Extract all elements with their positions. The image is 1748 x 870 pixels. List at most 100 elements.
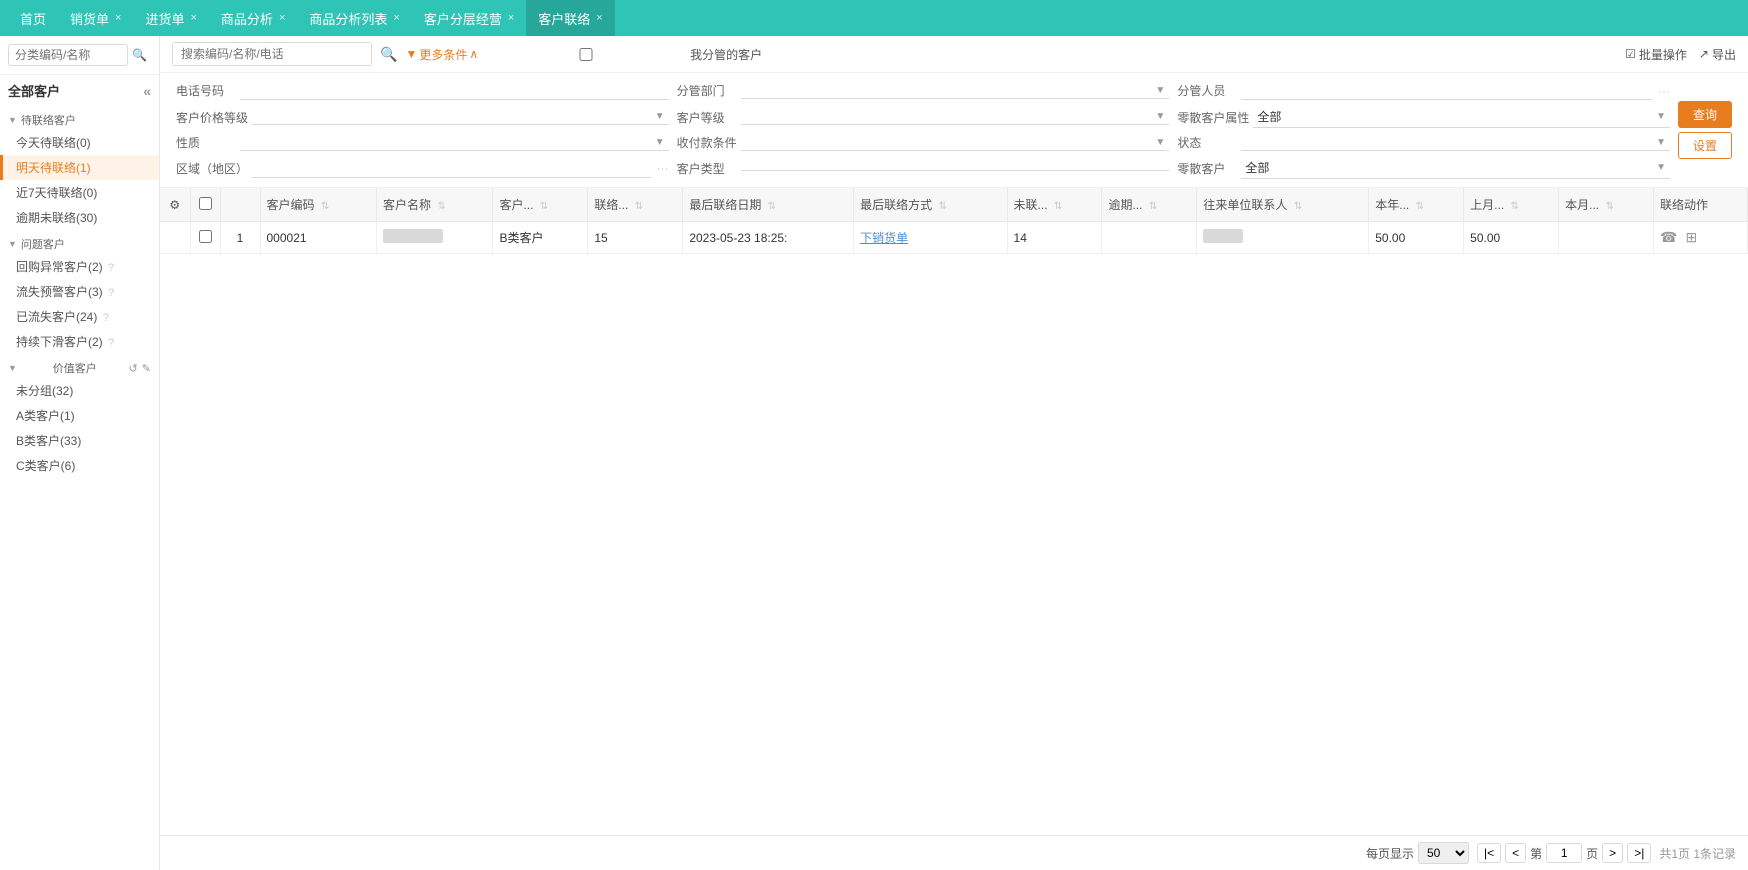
method-link[interactable]: 下销货单	[860, 231, 908, 245]
filter-row-2: 客户价格等级 ▼ 客户等级 ▼	[176, 106, 1670, 128]
close-tab-icon[interactable]: ×	[279, 12, 285, 24]
close-tab-icon[interactable]: ×	[115, 12, 121, 24]
sidebar-search-input[interactable]	[8, 44, 128, 66]
branch-dept-select[interactable]: ▼	[741, 83, 1170, 99]
sidebar-item-tomorrow[interactable]: 明天待联络(1)	[0, 155, 159, 180]
nav-item-客户分层经营[interactable]: 客户分层经营×	[412, 0, 526, 36]
phone-action-icon[interactable]: ☎	[1660, 229, 1677, 246]
last-page-btn[interactable]: >|	[1627, 843, 1651, 863]
sidebar-item-7days[interactable]: 近7天待联络(0)	[0, 180, 159, 205]
value-refresh-icon[interactable]: ↺	[129, 362, 138, 375]
sidebar-item-abnormal[interactable]: 回购异常客户(2) ?	[0, 254, 159, 279]
page-input[interactable]	[1546, 843, 1582, 863]
pagination-nav: |< < 第 页 > >|	[1477, 843, 1651, 863]
hint-icon4: ?	[108, 337, 114, 349]
content-area: 🔍 ▼ 更多条件 ∧ 我分管的客户 ☑ 批量操作 ↗ 导出	[160, 36, 1748, 870]
filter-gender: 性质 ▼	[176, 134, 669, 151]
sidebar-item-declining[interactable]: 持续下滑客户(2) ?	[0, 329, 159, 354]
sidebar-search-icon[interactable]: 🔍	[132, 48, 147, 62]
per-page-label: 每页显示	[1366, 845, 1414, 862]
col-action: 联络动作	[1654, 188, 1748, 222]
prev-page-btn[interactable]: <	[1505, 843, 1526, 863]
filter-retail-customer: 零散客户 全部 ▼	[1177, 157, 1670, 179]
sidebar-item-aclass[interactable]: A类客户(1)	[0, 403, 159, 428]
sidebar-item-bclass[interactable]: B类客户(33)	[0, 428, 159, 453]
checkbox-icon: ☑	[1625, 47, 1636, 61]
retail-customer-select[interactable]: 全部 ▼	[1241, 157, 1670, 179]
nav-item-商品分析列表[interactable]: 商品分析列表×	[297, 0, 411, 36]
select-all-checkbox[interactable]	[199, 197, 212, 210]
col-settings[interactable]: ⚙	[160, 188, 190, 222]
nav-item-进货单[interactable]: 进货单×	[133, 0, 208, 36]
date-sort[interactable]: ⇅	[768, 201, 776, 212]
name-sort[interactable]: ⇅	[437, 201, 445, 212]
tmonth-sort[interactable]: ⇅	[1605, 201, 1613, 212]
export-btn[interactable]: ↗ 导出	[1699, 46, 1736, 63]
nav-item-商品分析[interactable]: 商品分析×	[209, 0, 297, 36]
status-select[interactable]: ▼	[1241, 135, 1670, 151]
close-tab-icon[interactable]: ×	[393, 12, 399, 24]
name-blurred	[383, 229, 443, 243]
main-search-icon[interactable]: 🔍	[380, 46, 397, 63]
more-filters-btn[interactable]: ▼ 更多条件 ∧	[405, 46, 478, 63]
filter-phone: 电话号码	[176, 81, 669, 100]
sidebar-all-customers[interactable]: 全部客户 «	[0, 75, 159, 106]
filter-payment: 收付款条件 ▼	[677, 134, 1170, 151]
contact-sort[interactable]: ⇅	[635, 201, 643, 212]
col-this-month: 本月... ⇅	[1559, 188, 1654, 222]
method-sort[interactable]: ⇅	[939, 201, 947, 212]
first-page-btn[interactable]: |<	[1477, 843, 1501, 863]
value-edit-icon[interactable]: ✎	[142, 362, 151, 375]
retail-attr-select[interactable]: 全部 ▼	[1253, 106, 1670, 128]
phone-input[interactable]	[240, 81, 669, 100]
phone-label: 电话号码	[176, 82, 236, 99]
hint-icon: ?	[108, 262, 114, 274]
settings-btn[interactable]: 设置	[1678, 132, 1732, 159]
sidebar-item-lost[interactable]: 已流失客户(24) ?	[0, 304, 159, 329]
price-level-select[interactable]: ▼	[252, 109, 669, 125]
unit-sort[interactable]: ⇅	[1294, 201, 1302, 212]
my-customers-checkbox[interactable]	[486, 48, 686, 61]
next-page-btn[interactable]: >	[1602, 843, 1623, 863]
branch-person-dots[interactable]: ···	[1658, 84, 1670, 98]
branch-person-input[interactable]	[1241, 81, 1652, 100]
per-page-select[interactable]: 50 100 200	[1418, 842, 1469, 864]
nav-item-客户联络[interactable]: 客户联络×	[526, 0, 614, 36]
collapse-icon: «	[143, 83, 151, 99]
code-sort[interactable]: ⇅	[321, 201, 329, 212]
filter-actions: 查询 设置	[1678, 81, 1732, 179]
grid-action-icon[interactable]: ⊞	[1686, 229, 1698, 246]
main-search-input[interactable]	[172, 42, 372, 66]
row-num: 1	[220, 222, 260, 254]
nav-item-销货单[interactable]: 销货单×	[58, 0, 133, 36]
sidebar-item-overdue[interactable]: 逾期未联络(30)	[0, 205, 159, 230]
sidebar-item-cclass[interactable]: C类客户(6)	[0, 453, 159, 478]
lmonth-sort[interactable]: ⇅	[1511, 201, 1519, 212]
payment-select[interactable]: ▼	[741, 135, 1170, 151]
close-tab-icon[interactable]: ×	[508, 12, 514, 24]
payment-arrow: ▼	[1155, 137, 1165, 148]
row-overdue	[1102, 222, 1197, 254]
type-sort[interactable]: ⇅	[540, 201, 548, 212]
overdue-sort[interactable]: ⇅	[1149, 201, 1157, 212]
customer-type-select[interactable]	[741, 166, 1170, 171]
row-checkbox[interactable]	[199, 230, 212, 243]
customer-level-select[interactable]: ▼	[741, 109, 1170, 125]
query-btn[interactable]: 查询	[1678, 101, 1732, 128]
year-sort[interactable]: ⇅	[1416, 201, 1424, 212]
sidebar-item-today[interactable]: 今天待联络(0)	[0, 130, 159, 155]
region-input[interactable]	[252, 159, 651, 178]
gender-select[interactable]: ▼	[240, 135, 669, 151]
sidebar-item-ungrouped[interactable]: 未分组(32)	[0, 378, 159, 403]
sidebar-item-lostwarning[interactable]: 流失预警客户(3) ?	[0, 279, 159, 304]
region-dots[interactable]: ···	[657, 161, 669, 175]
my-customers-checkbox-label[interactable]: 我分管的客户	[486, 46, 762, 63]
batch-ops-btn[interactable]: ☑ 批量操作	[1625, 46, 1687, 63]
filter-icon: ▼	[405, 47, 417, 61]
close-tab-icon[interactable]: ×	[596, 12, 602, 24]
action-icons: ☎ ⊞	[1660, 229, 1741, 246]
uncontacted-sort[interactable]: ⇅	[1054, 201, 1062, 212]
page-suffix: 页	[1586, 845, 1598, 862]
close-tab-icon[interactable]: ×	[190, 12, 196, 24]
nav-item-首页[interactable]: 首页	[8, 0, 58, 36]
